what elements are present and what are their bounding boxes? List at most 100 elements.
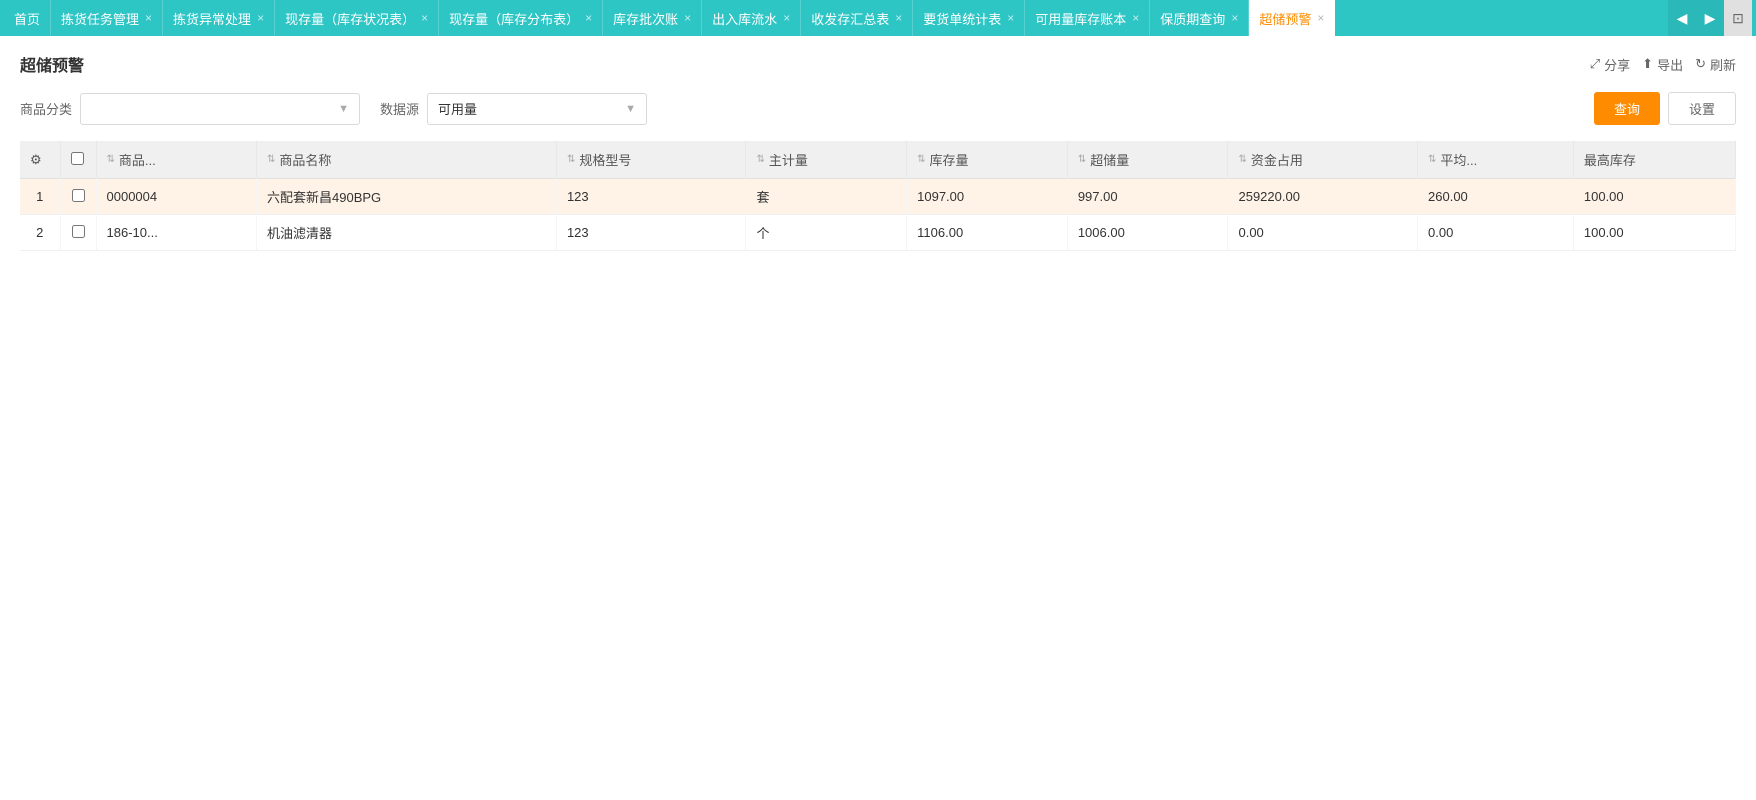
export-button[interactable]: ⬆ 导出 — [1642, 55, 1683, 74]
close-order-stats[interactable]: × — [1007, 11, 1014, 25]
sort-icon-product-code: ⇅ — [107, 154, 115, 165]
cell-product-code: 186-10... — [96, 215, 257, 251]
sort-icon-spec: ⇅ — [567, 154, 575, 165]
col-max-stock: 最高库存 — [1573, 141, 1735, 179]
cell-capital: 0.00 — [1228, 215, 1418, 251]
cell-unit: 个 — [746, 215, 907, 251]
filter-buttons: 查询 设置 — [1594, 92, 1736, 125]
close-exception-handling[interactable]: × — [257, 11, 264, 25]
col-product-name[interactable]: ⇅ 商品名称 — [257, 141, 557, 179]
col-spec[interactable]: ⇅ 规格型号 — [556, 141, 746, 179]
chevron-down-icon: ▼ — [338, 103, 349, 115]
close-task-management[interactable]: × — [145, 11, 152, 25]
category-filter-group: 商品分类 ▼ — [20, 93, 360, 125]
category-label: 商品分类 — [20, 99, 72, 118]
row-checkbox-cell[interactable] — [60, 179, 96, 215]
nav-stock-batch[interactable]: 库存批次账 × — [603, 0, 702, 36]
sort-icon-unit: ⇅ — [756, 154, 764, 165]
nav-task-management[interactable]: 拣货任务管理 × — [51, 0, 163, 36]
category-select[interactable]: ▼ — [80, 93, 360, 125]
table-row: 2 186-10... 机油滤清器 123 个 1106.00 1006.00 … — [20, 215, 1736, 251]
nav-stock-distribution[interactable]: 现存量（库存分布表） × — [439, 0, 603, 36]
cell-spec: 123 — [556, 215, 746, 251]
page-header: 超储预警 ⤢ 分享 ⬆ 导出 ↻ 刷新 — [20, 52, 1736, 76]
cell-product-name: 六配套新昌490BPG — [257, 179, 557, 215]
sort-icon-avg: ⇅ — [1428, 154, 1436, 165]
datasource-select-text: 可用量 — [438, 99, 477, 118]
datasource-filter-group: 数据源 可用量 ▼ — [380, 93, 647, 125]
cell-avg: 0.00 — [1418, 215, 1574, 251]
close-stock-distribution[interactable]: × — [585, 11, 592, 25]
datasource-label: 数据源 — [380, 99, 419, 118]
cell-spec: 123 — [556, 179, 746, 215]
col-unit[interactable]: ⇅ 主计量 — [746, 141, 907, 179]
cell-product-name: 机油滤清器 — [257, 215, 557, 251]
row-number: 1 — [20, 179, 60, 215]
cell-stock: 1097.00 — [907, 179, 1068, 215]
refresh-button[interactable]: ↻ 刷新 — [1695, 55, 1736, 74]
row-number: 2 — [20, 215, 60, 251]
page-title: 超储预警 — [20, 52, 84, 76]
table-header-row: ⚙ ⇅ 商品... ⇅ 商品名称 — [20, 141, 1736, 179]
nav-available-stock[interactable]: 可用量库存账本 × — [1025, 0, 1150, 36]
nav-inout-flow[interactable]: 出入库流水 × — [702, 0, 801, 36]
cell-product-code: 0000004 — [96, 179, 257, 215]
settings-icon: ⚙ — [30, 152, 42, 167]
close-stock-status[interactable]: × — [421, 11, 428, 25]
cell-over-stock: 997.00 — [1067, 179, 1228, 215]
nav-stock-status[interactable]: 现存量（库存状况表） × — [275, 0, 439, 36]
close-summary[interactable]: × — [895, 11, 902, 25]
row-checkbox-cell[interactable] — [60, 215, 96, 251]
page-content: 超储预警 ⤢ 分享 ⬆ 导出 ↻ 刷新 商品分类 ▼ 数据源 — [0, 36, 1756, 800]
cell-avg: 260.00 — [1418, 179, 1574, 215]
sort-icon-over-stock: ⇅ — [1078, 154, 1086, 165]
cell-over-stock: 1006.00 — [1067, 215, 1228, 251]
query-button[interactable]: 查询 — [1594, 92, 1660, 125]
nav-exception-handling[interactable]: 拣货异常处理 × — [163, 0, 275, 36]
nav-overstock-warning[interactable]: 超储预警 × — [1249, 0, 1335, 36]
header-actions: ⤢ 分享 ⬆ 导出 ↻ 刷新 — [1590, 55, 1736, 74]
datasource-select[interactable]: 可用量 ▼ — [427, 93, 647, 125]
close-overstock-warning[interactable]: × — [1317, 11, 1324, 25]
nav-right-arrow[interactable]: ▶ — [1696, 0, 1724, 36]
select-all-checkbox[interactable] — [71, 152, 84, 165]
col-avg[interactable]: ⇅ 平均... — [1418, 141, 1574, 179]
nav-left-arrow[interactable]: ◀ — [1668, 0, 1696, 36]
sort-icon-product-name: ⇅ — [267, 154, 275, 165]
close-available-stock[interactable]: × — [1132, 11, 1139, 25]
close-stock-batch[interactable]: × — [684, 11, 691, 25]
nav-arrows: ◀ ▶ ⊡ — [1668, 0, 1752, 36]
datasource-chevron-icon: ▼ — [625, 103, 636, 115]
nav-home[interactable]: 首页 — [4, 0, 51, 36]
nav-expand-arrow[interactable]: ⊡ — [1724, 0, 1752, 36]
col-stock[interactable]: ⇅ 库存量 — [907, 141, 1068, 179]
data-table: ⚙ ⇅ 商品... ⇅ 商品名称 — [20, 141, 1736, 251]
top-navigation: 首页 拣货任务管理 × 拣货异常处理 × 现存量（库存状况表） × 现存量（库存… — [0, 0, 1756, 36]
cell-max-stock: 100.00 — [1573, 215, 1735, 251]
row-checkbox[interactable] — [72, 189, 85, 202]
export-icon: ⬆ — [1642, 56, 1653, 72]
col-settings[interactable]: ⚙ — [20, 141, 60, 179]
nav-shelf-life[interactable]: 保质期查询 × — [1150, 0, 1249, 36]
cell-max-stock: 100.00 — [1573, 179, 1735, 215]
close-inout-flow[interactable]: × — [783, 11, 790, 25]
settings-button[interactable]: 设置 — [1668, 92, 1736, 125]
cell-stock: 1106.00 — [907, 215, 1068, 251]
col-over-stock[interactable]: ⇅ 超储量 — [1067, 141, 1228, 179]
sort-icon-capital: ⇅ — [1238, 154, 1246, 165]
refresh-icon: ↻ — [1695, 56, 1706, 72]
close-shelf-life[interactable]: × — [1231, 11, 1238, 25]
table-row: 1 0000004 六配套新昌490BPG 123 套 1097.00 997.… — [20, 179, 1736, 215]
row-checkbox[interactable] — [72, 225, 85, 238]
sort-icon-stock: ⇅ — [917, 154, 925, 165]
nav-summary[interactable]: 收发存汇总表 × — [801, 0, 913, 36]
nav-order-stats[interactable]: 要货单统计表 × — [913, 0, 1025, 36]
col-checkbox[interactable] — [60, 141, 96, 179]
cell-unit: 套 — [746, 179, 907, 215]
share-button[interactable]: ⤢ 分享 — [1590, 55, 1630, 74]
col-capital[interactable]: ⇅ 资金占用 — [1228, 141, 1418, 179]
col-product-code[interactable]: ⇅ 商品... — [96, 141, 257, 179]
share-icon: ⤢ — [1590, 56, 1600, 72]
filter-row: 商品分类 ▼ 数据源 可用量 ▼ 查询 设置 — [20, 92, 1736, 125]
table-body: 1 0000004 六配套新昌490BPG 123 套 1097.00 997.… — [20, 179, 1736, 251]
